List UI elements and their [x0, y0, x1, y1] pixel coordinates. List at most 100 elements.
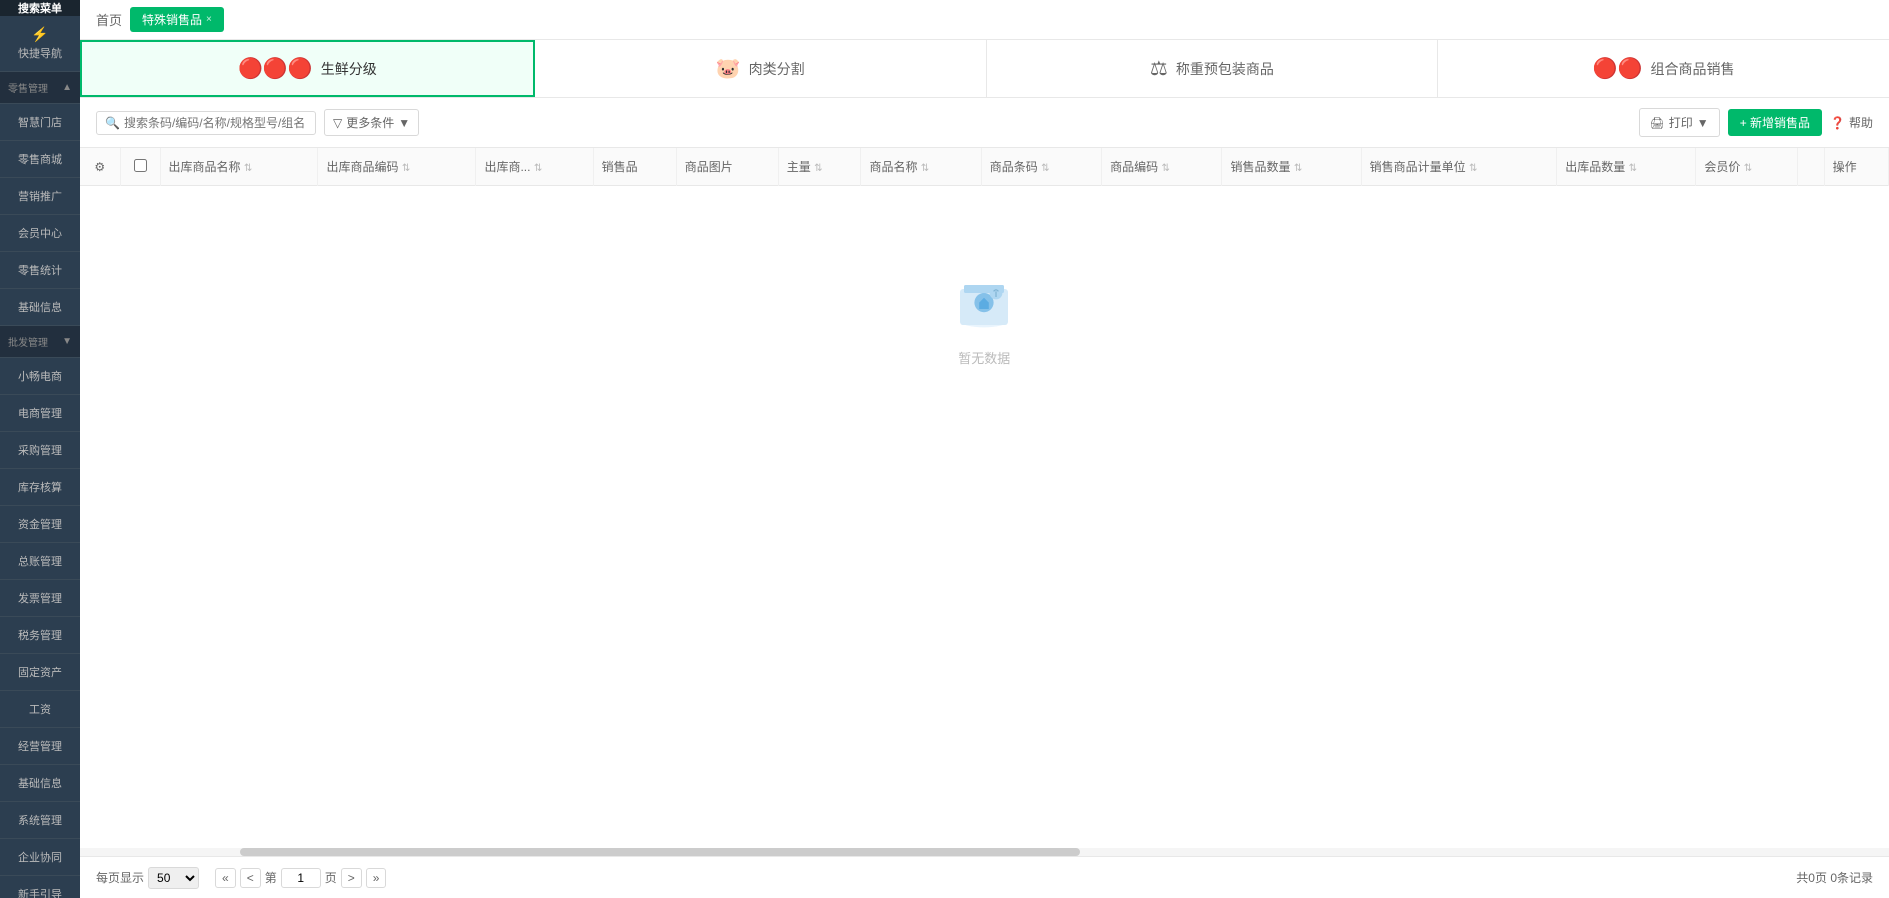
print-button[interactable]: 🖨 打印 ▼	[1639, 108, 1720, 137]
per-page-selector: 每页显示 50 10 20 100	[96, 867, 199, 889]
sidebar-item-retail-mall[interactable]: 零售商城	[0, 141, 80, 178]
scroll-thumb[interactable]	[240, 848, 1080, 856]
sidebar-item-purchase[interactable]: 采购管理	[0, 432, 80, 469]
active-tab[interactable]: 特殊销售品 ×	[130, 7, 224, 32]
sidebar-item-collab[interactable]: 企业协同	[0, 839, 80, 876]
th-warehouse-name[interactable]: 出库商品名称 ⇅	[160, 148, 318, 186]
sidebar-item-invoice[interactable]: 发票管理	[0, 580, 80, 617]
chevron-icon: ▼	[62, 336, 72, 347]
th-settings[interactable]: ⚙	[80, 148, 120, 186]
page-number-input[interactable]	[281, 868, 321, 888]
sidebar-item-ecommerce-mgmt[interactable]: 电商管理	[0, 395, 80, 432]
th-sales-item[interactable]: 销售品	[593, 148, 676, 186]
sidebar-item-base-info-2[interactable]: 基础信息	[0, 765, 80, 802]
category-tabs: 🔴🔴🔴 生鲜分级 🐷 肉类分割 ⚖ 称重预包装商品 🔴🔴 组合商品销售	[80, 40, 1889, 98]
sort-icon: ⇅	[1041, 163, 1049, 174]
prev-page-button[interactable]: <	[240, 868, 261, 888]
data-table-container: ⚙ 出库商品名称 ⇅ 出库商品编码 ⇅ 出库商... ⇅	[80, 148, 1889, 848]
fresh-grade-icon: 🔴🔴🔴	[238, 56, 313, 81]
home-breadcrumb[interactable]: 首页	[96, 10, 122, 29]
sidebar-item-retail-stats[interactable]: 零售统计	[0, 252, 80, 289]
th-warehouse-extra[interactable]: 出库商... ⇅	[476, 148, 593, 186]
print-dropdown-icon: ▼	[1697, 116, 1709, 130]
sidebar-item-fixed-assets[interactable]: 固定资产	[0, 654, 80, 691]
sidebar-item-marketing[interactable]: 营销推广	[0, 178, 80, 215]
horizontal-scrollbar[interactable]	[80, 848, 1889, 856]
th-product-name[interactable]: 商品名称 ⇅	[861, 148, 981, 186]
th-out-qty[interactable]: 出库品数量 ⇅	[1557, 148, 1696, 186]
sort-icon: ⇅	[1469, 163, 1477, 174]
help-button[interactable]: ❓ 帮助	[1830, 114, 1873, 131]
th-member-price[interactable]: 会员价 ⇅	[1696, 148, 1798, 186]
sort-icon: ⇅	[1294, 163, 1302, 174]
sort-icon: ⇅	[814, 163, 822, 174]
sidebar: 搜索菜单 ⚡ 快捷导航 零售管理 ▲ 智慧门店 零售商城 营销推广 会员中心 零…	[0, 0, 80, 898]
empty-state: 暂无数据	[80, 186, 1889, 447]
sidebar-item-retail-mgmt[interactable]: 零售管理 ▲	[0, 72, 80, 104]
combo-icon: 🔴🔴	[1593, 56, 1643, 81]
main-content: 首页 特殊销售品 × 🔴🔴🔴 生鲜分级 🐷 肉类分割 ⚖ 称重预包装商品 🔴🔴	[80, 0, 1889, 898]
page-navigation: « < 第 页 > »	[215, 868, 386, 888]
sidebar-item-inventory[interactable]: 库存核算	[0, 469, 80, 506]
tab-combo-goods[interactable]: 🔴🔴 组合商品销售	[1438, 40, 1889, 97]
chevron-down-icon: ▼	[398, 116, 410, 130]
sort-icon: ⇅	[1161, 163, 1169, 174]
sidebar-item-wholesale[interactable]: 批发管理 ▼	[0, 326, 80, 358]
quick-nav-icon: ⚡	[31, 26, 48, 43]
sidebar-item-tutorial[interactable]: 新手引导	[0, 876, 80, 898]
sidebar-item-operations[interactable]: 经营管理	[0, 728, 80, 765]
toolbar: 🔍 ▽ 更多条件 ▼ 🖨 打印 ▼ + 新增销售品 ❓ 帮助	[80, 98, 1889, 148]
sort-icon: ⇅	[534, 163, 542, 174]
sort-icon: ⇅	[402, 163, 410, 174]
sidebar-item-base-info-1[interactable]: 基础信息	[0, 289, 80, 326]
th-main-qty[interactable]: 主量 ⇅	[778, 148, 861, 186]
sort-icon: ⇅	[1629, 163, 1637, 174]
page-content: 🔴🔴🔴 生鲜分级 🐷 肉类分割 ⚖ 称重预包装商品 🔴🔴 组合商品销售 🔍	[80, 40, 1889, 898]
last-page-button[interactable]: »	[366, 868, 387, 888]
th-checkbox[interactable]	[120, 148, 160, 186]
sidebar-item-salary[interactable]: 工资	[0, 691, 80, 728]
empty-illustration	[944, 266, 1024, 336]
th-product-code[interactable]: 商品编码 ⇅	[1102, 148, 1222, 186]
next-page-button[interactable]: >	[341, 868, 362, 888]
tab-fresh-grade[interactable]: 🔴🔴🔴 生鲜分级	[80, 40, 535, 97]
per-page-select[interactable]: 50 10 20 100	[148, 867, 199, 889]
filter-icon: ▽	[333, 116, 342, 130]
tab-meat-cut[interactable]: 🐷 肉类分割	[535, 40, 987, 97]
close-tab-icon[interactable]: ×	[206, 14, 212, 25]
data-table: ⚙ 出库商品名称 ⇅ 出库商品编码 ⇅ 出库商... ⇅	[80, 148, 1889, 447]
print-icon: 🖨	[1650, 116, 1665, 130]
scale-icon: ⚖	[1150, 56, 1168, 81]
th-sales-qty[interactable]: 销售品数量 ⇅	[1222, 148, 1361, 186]
tab-weight-prepack[interactable]: ⚖ 称重预包装商品	[987, 40, 1439, 97]
th-extra[interactable]	[1797, 148, 1824, 186]
new-product-button[interactable]: + 新增销售品	[1728, 109, 1822, 136]
search-input[interactable]	[124, 116, 304, 130]
th-warehouse-code[interactable]: 出库商品编码 ⇅	[318, 148, 476, 186]
sort-icon: ⇅	[921, 163, 929, 174]
empty-text: 暂无数据	[958, 348, 1010, 367]
sidebar-item-quick-nav[interactable]: ⚡ 快捷导航	[0, 16, 80, 72]
th-unit[interactable]: 销售商品计量单位 ⇅	[1361, 148, 1557, 186]
th-product-image[interactable]: 商品图片	[676, 148, 778, 186]
pagination-bar: 每页显示 50 10 20 100 « < 第 页 > » 共0页 0条记录	[80, 856, 1889, 898]
search-box[interactable]: 🔍	[96, 111, 316, 135]
select-all-checkbox[interactable]	[134, 159, 147, 172]
help-icon: ❓	[1830, 116, 1845, 130]
topbar: 首页 特殊销售品 ×	[80, 0, 1889, 40]
sidebar-logo[interactable]: 搜索菜单	[0, 0, 80, 16]
th-operation[interactable]: 操作	[1824, 148, 1888, 186]
sidebar-item-system[interactable]: 系统管理	[0, 802, 80, 839]
sidebar-item-tax[interactable]: 税务管理	[0, 617, 80, 654]
sidebar-item-smart-store[interactable]: 智慧门店	[0, 104, 80, 141]
sort-icon: ⇅	[244, 163, 252, 174]
sidebar-item-member[interactable]: 会员中心	[0, 215, 80, 252]
sidebar-item-ledger[interactable]: 总账管理	[0, 543, 80, 580]
th-barcode[interactable]: 商品条码 ⇅	[981, 148, 1101, 186]
toolbar-right: 🖨 打印 ▼ + 新增销售品 ❓ 帮助	[1639, 108, 1873, 137]
sort-icon: ⇅	[1744, 163, 1752, 174]
first-page-button[interactable]: «	[215, 868, 236, 888]
filter-button[interactable]: ▽ 更多条件 ▼	[324, 109, 419, 136]
sidebar-item-finance[interactable]: 资金管理	[0, 506, 80, 543]
sidebar-item-ecommerce[interactable]: 小畅电商	[0, 358, 80, 395]
